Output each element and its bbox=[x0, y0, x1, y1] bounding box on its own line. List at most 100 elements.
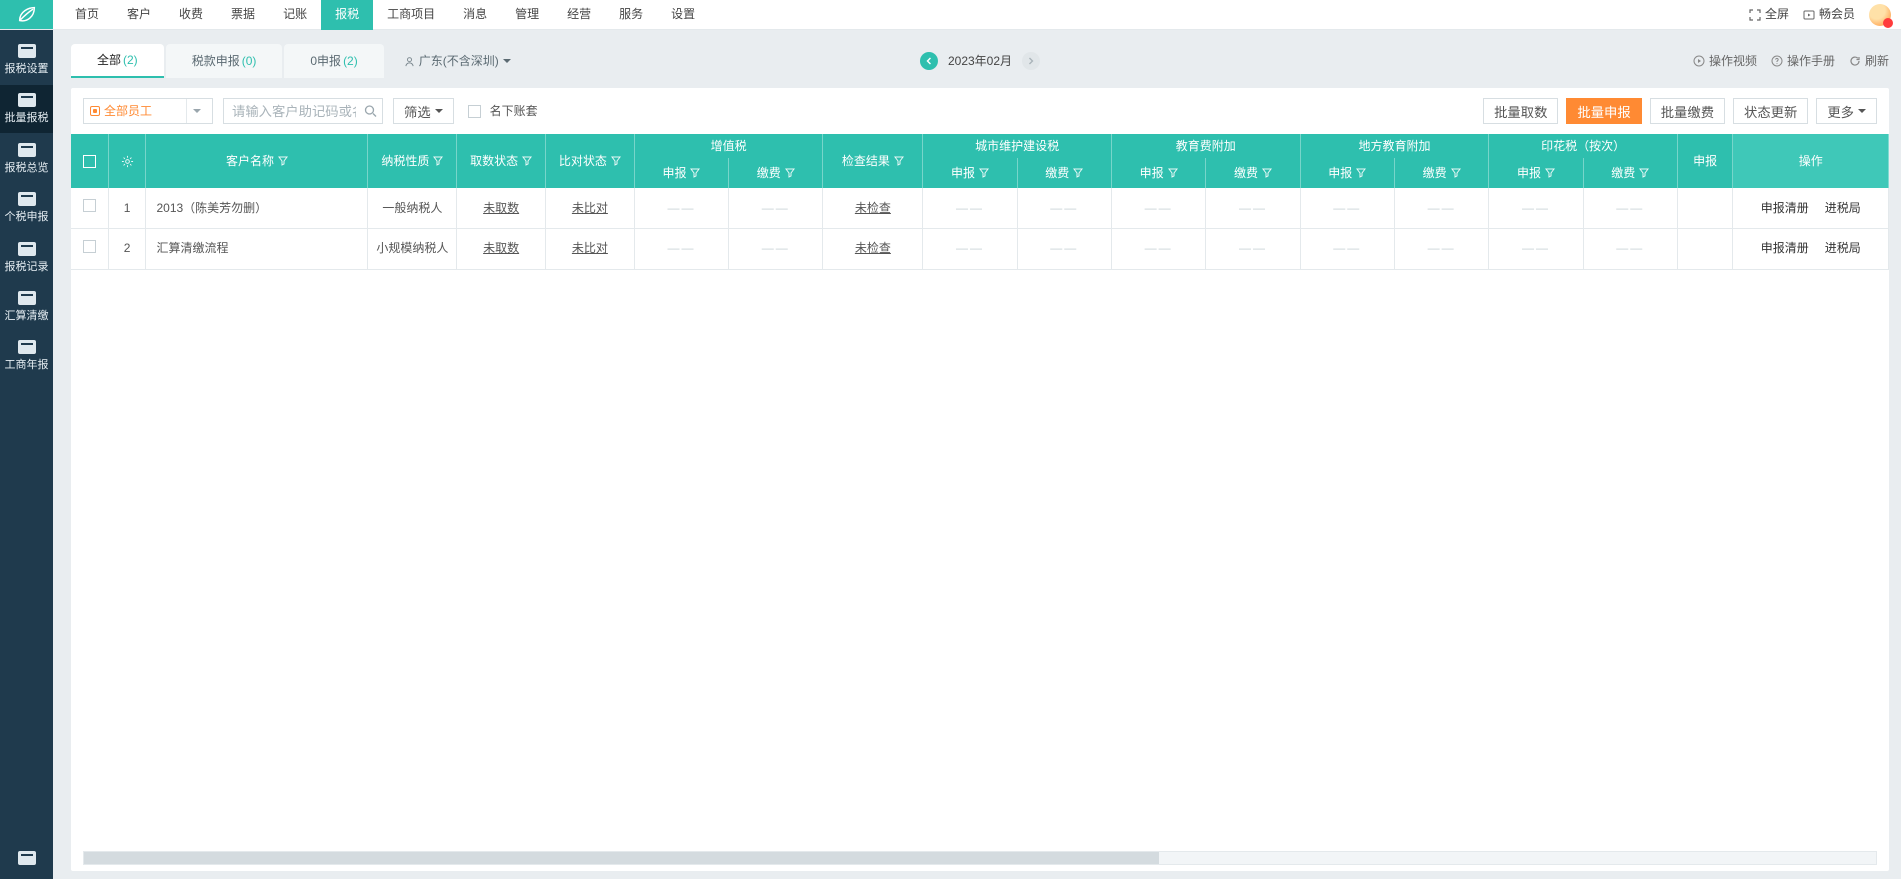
th-sub[interactable]: 申报 bbox=[662, 165, 686, 182]
op-tax-bureau[interactable]: 进税局 bbox=[1825, 201, 1861, 215]
tab-税款申报[interactable]: 税款申报(0) bbox=[166, 44, 283, 78]
th-sub[interactable]: 申报 bbox=[951, 165, 975, 182]
nav-服务[interactable]: 服务 bbox=[605, 0, 657, 30]
nav-客户[interactable]: 客户 bbox=[113, 0, 165, 30]
compare-link[interactable]: 未比对 bbox=[572, 201, 608, 215]
th-nature[interactable]: 纳税性质 bbox=[381, 153, 429, 170]
filter-icon[interactable] bbox=[1545, 168, 1555, 178]
tab-0申报[interactable]: 0申报(2) bbox=[284, 44, 383, 78]
filter-icon[interactable] bbox=[1262, 168, 1272, 178]
sidebar-item-报税总览[interactable]: 报税总览 bbox=[0, 135, 53, 182]
tax-table: 客户名称 纳税性质 取数状态 比对状态 增值税 检查结果 城市维护建设税 教育费… bbox=[71, 134, 1889, 270]
filter-icon[interactable] bbox=[522, 156, 532, 166]
horizontal-scrollbar[interactable] bbox=[83, 851, 1877, 865]
tab-全部[interactable]: 全部(2) bbox=[71, 44, 164, 78]
th-sub[interactable]: 缴费 bbox=[757, 165, 781, 182]
below-customer-input[interactable] bbox=[468, 105, 481, 118]
nav-消息[interactable]: 消息 bbox=[449, 0, 501, 30]
fetch-link[interactable]: 未取数 bbox=[483, 241, 519, 255]
check-link[interactable]: 未检查 bbox=[855, 241, 891, 255]
user-avatar[interactable] bbox=[1869, 4, 1891, 26]
sidebar-item-批量报税[interactable]: 批量报税 bbox=[0, 85, 53, 132]
fullscreen-button[interactable]: 全屏 bbox=[1745, 0, 1793, 30]
table-scroll[interactable]: 客户名称 纳税性质 取数状态 比对状态 增值税 检查结果 城市维护建设税 教育费… bbox=[71, 134, 1889, 851]
th-sub[interactable]: 缴费 bbox=[1611, 165, 1635, 182]
nav-收费[interactable]: 收费 bbox=[165, 0, 217, 30]
th-customer[interactable]: 客户名称 bbox=[226, 153, 274, 170]
nav-首页[interactable]: 首页 bbox=[61, 0, 113, 30]
period-next-button[interactable] bbox=[1022, 52, 1040, 70]
th-sub[interactable]: 缴费 bbox=[1045, 165, 1069, 182]
batch-declare-button[interactable]: 批量申报 bbox=[1566, 98, 1641, 124]
filter-icon[interactable] bbox=[1356, 168, 1366, 178]
status-update-button[interactable]: 状态更新 bbox=[1733, 98, 1808, 124]
filter-icon[interactable] bbox=[894, 156, 904, 166]
th-sub[interactable]: 申报 bbox=[1517, 165, 1541, 182]
fetch-link[interactable]: 未取数 bbox=[483, 201, 519, 215]
filter-icon[interactable] bbox=[278, 156, 288, 166]
sidebar-item-报税记录[interactable]: 报税记录 bbox=[0, 234, 53, 281]
th-check[interactable]: 检查结果 bbox=[842, 153, 890, 170]
compare-link[interactable]: 未比对 bbox=[572, 241, 608, 255]
th-sub[interactable]: 申报 bbox=[1140, 165, 1164, 182]
filter-icon[interactable] bbox=[611, 156, 621, 166]
sidebar-item-个税申报[interactable]: 个税申报 bbox=[0, 184, 53, 231]
batch-fetch-button[interactable]: 批量取数 bbox=[1483, 98, 1558, 124]
filter-icon[interactable] bbox=[1639, 168, 1649, 178]
sidebar-item-报税设置[interactable]: 报税设置 bbox=[0, 36, 53, 83]
filter-icon[interactable] bbox=[1168, 168, 1178, 178]
filter-icon[interactable] bbox=[1073, 168, 1083, 178]
filter-icon[interactable] bbox=[785, 168, 795, 178]
region-selector[interactable]: 广东(不含深圳) bbox=[394, 47, 521, 75]
nav-设置[interactable]: 设置 bbox=[657, 0, 709, 30]
filter-icon[interactable] bbox=[433, 156, 443, 166]
row-checkbox[interactable] bbox=[83, 199, 96, 212]
th-sub[interactable]: 缴费 bbox=[1423, 165, 1447, 182]
manual-link[interactable]: 操作手册 bbox=[1771, 53, 1835, 70]
more-button[interactable]: 更多 bbox=[1816, 98, 1877, 124]
app-logo[interactable] bbox=[0, 0, 53, 29]
fetch-status: 未取数 bbox=[457, 188, 546, 229]
filter-icon[interactable] bbox=[979, 168, 989, 178]
filter-icon[interactable] bbox=[690, 168, 700, 178]
sidebar-label: 工商年报 bbox=[5, 358, 49, 373]
th-compare[interactable]: 比对状态 bbox=[559, 153, 607, 170]
user-icon bbox=[404, 56, 415, 67]
th-sub[interactable]: 申报 bbox=[1328, 165, 1352, 182]
refresh-link-label: 刷新 bbox=[1865, 53, 1889, 70]
filter-icon[interactable] bbox=[1451, 168, 1461, 178]
gear-icon[interactable] bbox=[121, 155, 134, 168]
below-customer-checkbox[interactable]: 名下账套 bbox=[464, 102, 538, 121]
check-link[interactable]: 未检查 bbox=[855, 201, 891, 215]
th-fetch[interactable]: 取数状态 bbox=[470, 153, 518, 170]
nav-管理[interactable]: 管理 bbox=[501, 0, 553, 30]
select-all-checkbox[interactable] bbox=[83, 155, 96, 168]
vat-declare: —— bbox=[635, 229, 729, 270]
sidebar-item-collapse[interactable] bbox=[0, 843, 53, 871]
nav-经营[interactable]: 经营 bbox=[553, 0, 605, 30]
employee-select-label: 全部员工 bbox=[104, 103, 152, 120]
member-button[interactable]: 畅会员 bbox=[1799, 0, 1859, 30]
video-link[interactable]: 操作视频 bbox=[1693, 53, 1757, 70]
filter-button[interactable]: 筛选 bbox=[393, 98, 454, 124]
nav-工商项目[interactable]: 工商项目 bbox=[373, 0, 449, 30]
sidebar-item-汇算清缴[interactable]: 汇算清缴 bbox=[0, 283, 53, 330]
nav-票据[interactable]: 票据 bbox=[217, 0, 269, 30]
refresh-link[interactable]: 刷新 bbox=[1849, 53, 1889, 70]
dash-cell: —— bbox=[1018, 188, 1112, 229]
nav-记账[interactable]: 记账 bbox=[269, 0, 321, 30]
customer-search-input[interactable] bbox=[223, 98, 383, 124]
nav-报税[interactable]: 报税 bbox=[321, 0, 373, 30]
op-tax-bureau[interactable]: 进税局 bbox=[1825, 241, 1861, 255]
op-declare-list[interactable]: 申报清册 bbox=[1761, 241, 1809, 255]
op-declare-list[interactable]: 申报清册 bbox=[1761, 201, 1809, 215]
row-checkbox[interactable] bbox=[83, 240, 96, 253]
scrollbar-thumb[interactable] bbox=[84, 852, 1159, 864]
batch-pay-button[interactable]: 批量缴费 bbox=[1650, 98, 1725, 124]
employee-select[interactable]: 全部员工 bbox=[83, 98, 213, 124]
dash-cell: —— bbox=[923, 188, 1017, 229]
tab-label: 0申报 bbox=[310, 53, 341, 70]
period-prev-button[interactable] bbox=[920, 52, 938, 70]
sidebar-item-工商年报[interactable]: 工商年报 bbox=[0, 332, 53, 379]
th-sub[interactable]: 缴费 bbox=[1234, 165, 1258, 182]
